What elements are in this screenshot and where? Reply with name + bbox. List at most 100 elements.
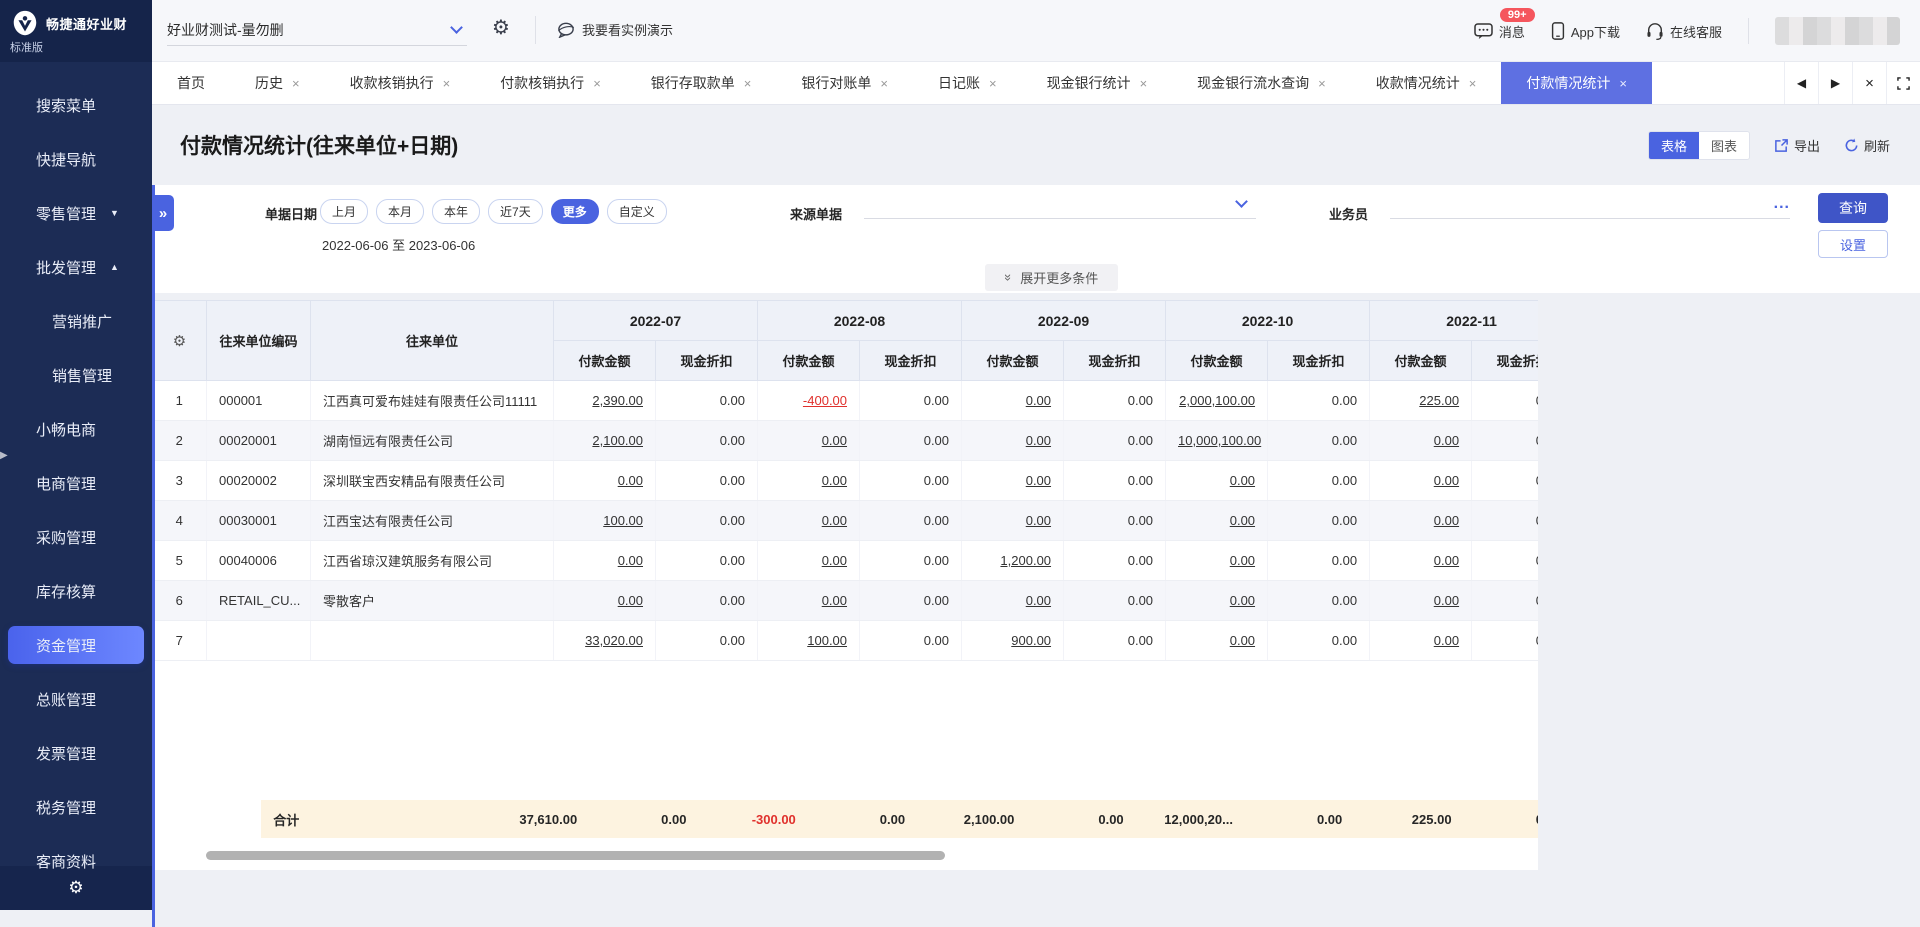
amount-link[interactable]: 0.00 — [1230, 593, 1255, 608]
fullscreen-button[interactable] — [1886, 62, 1920, 104]
sidebar-item-零售管理[interactable]: 零售管理 ▼ — [0, 186, 152, 240]
date-pill-本月[interactable]: 本月 — [376, 199, 425, 224]
online-service-button[interactable]: 在线客服 — [1646, 22, 1722, 41]
settings-button[interactable]: 设置 — [1818, 230, 1888, 258]
tab-首页[interactable]: 首页 — [152, 62, 230, 104]
export-button[interactable]: 导出 — [1774, 136, 1820, 155]
sidebar-item-批发管理[interactable]: 批发管理 ▲ — [0, 240, 152, 294]
tab-scroll-right-button[interactable]: ▶ — [1818, 62, 1852, 104]
sidebar-item-采购管理[interactable]: 采购管理 — [0, 510, 152, 564]
gear-icon[interactable]: ⚙ — [492, 15, 510, 40]
close-icon[interactable]: × — [593, 76, 601, 91]
tab-银行存取款单[interactable]: 银行存取款单 × — [626, 62, 777, 104]
amount-link[interactable]: 900.00 — [1011, 633, 1051, 648]
close-icon[interactable]: × — [1469, 76, 1477, 91]
sidebar-item-快捷导航[interactable]: 快捷导航 — [0, 132, 152, 186]
amount-link[interactable]: 0.00 — [618, 473, 643, 488]
close-icon[interactable]: × — [1140, 76, 1148, 91]
amount-link[interactable]: 2,100.00 — [592, 433, 643, 448]
amount-link[interactable]: 0.00 — [822, 593, 847, 608]
amount-link[interactable]: 0.00 — [1026, 513, 1051, 528]
gear-icon[interactable]: ⚙ — [173, 333, 186, 350]
amount-link[interactable]: 0.00 — [1230, 513, 1255, 528]
sidebar-item-销售管理[interactable]: 销售管理 — [0, 348, 152, 402]
refresh-button[interactable]: 刷新 — [1844, 136, 1890, 155]
tab-付款情况统计[interactable]: 付款情况统计 × — [1501, 62, 1652, 104]
amount-link[interactable]: 0.00 — [822, 473, 847, 488]
close-icon[interactable]: × — [989, 76, 997, 91]
sidebar-settings-button[interactable]: ⚙ — [0, 866, 152, 910]
date-pill-近7天[interactable]: 近7天 — [488, 199, 543, 224]
sidebar-item-库存核算[interactable]: 库存核算 — [0, 564, 152, 618]
amount-link[interactable]: 0.00 — [822, 433, 847, 448]
sidebar-item-电商管理[interactable]: 电商管理 — [0, 456, 152, 510]
amount-link[interactable]: 0.00 — [1434, 553, 1459, 568]
filter-drawer-handle[interactable]: » — [152, 195, 174, 231]
amount-link[interactable]: 0.00 — [1434, 513, 1459, 528]
close-tabs-button[interactable]: × — [1852, 62, 1886, 104]
date-pill-本年[interactable]: 本年 — [432, 199, 481, 224]
demo-link[interactable]: 我要看实例演示 — [557, 20, 673, 39]
close-icon[interactable]: × — [1318, 76, 1326, 91]
sidebar-item-营销推广[interactable]: 营销推广 — [0, 294, 152, 348]
collapse-sidebar-handle[interactable]: ▶ — [0, 450, 8, 461]
tab-收款情况统计[interactable]: 收款情况统计 × — [1351, 62, 1502, 104]
amount-link[interactable]: 0.00 — [1230, 633, 1255, 648]
amount-link[interactable]: 0.00 — [1026, 593, 1051, 608]
tab-现金银行统计[interactable]: 现金银行统计 × — [1022, 62, 1173, 104]
date-range-value[interactable]: 2022-06-06 至 2023-06-06 — [322, 235, 475, 254]
date-pill-自定义[interactable]: 自定义 — [606, 199, 667, 224]
source-doc-input[interactable] — [864, 193, 1256, 219]
close-icon[interactable]: × — [744, 76, 752, 91]
amount-link[interactable]: 0.00 — [1026, 433, 1051, 448]
scrollbar-thumb[interactable] — [206, 851, 945, 860]
amount-link[interactable]: 0.00 — [822, 513, 847, 528]
amount-link[interactable]: 0.00 — [1434, 433, 1459, 448]
user-account-blurred[interactable] — [1775, 17, 1900, 45]
amount-link[interactable]: 0.00 — [1026, 473, 1051, 488]
date-pill-更多[interactable]: 更多 — [550, 199, 599, 224]
sidebar-item-搜索菜单[interactable]: 搜索菜单 — [0, 78, 152, 132]
amount-link[interactable]: 0.00 — [618, 553, 643, 568]
salesman-input[interactable]: ... — [1390, 193, 1790, 219]
sidebar-item-总账管理[interactable]: 总账管理 — [0, 672, 152, 726]
tab-日记账[interactable]: 日记账 × — [913, 62, 1022, 104]
sidebar-item-发票管理[interactable]: 发票管理 — [0, 726, 152, 780]
tab-现金银行流水查询[interactable]: 现金银行流水查询 × — [1172, 62, 1351, 104]
sidebar-item-小畅电商[interactable]: 小畅电商 — [0, 402, 152, 456]
close-icon[interactable]: × — [292, 76, 300, 91]
tab-收款核销执行[interactable]: 收款核销执行 × — [325, 62, 476, 104]
amount-link[interactable]: 10,000,100.00 — [1178, 433, 1261, 448]
tab-scroll-left-button[interactable]: ◀ — [1784, 62, 1818, 104]
messages-button[interactable]: 99+ 消息 — [1474, 7, 1535, 41]
tab-银行对账单[interactable]: 银行对账单 × — [776, 62, 913, 104]
sidebar-item-税务管理[interactable]: 税务管理 — [0, 780, 152, 834]
app-download-button[interactable]: App下载 — [1551, 22, 1620, 41]
view-table-button[interactable]: 表格 — [1648, 131, 1699, 159]
amount-link[interactable]: 100.00 — [807, 633, 847, 648]
more-options-ellipsis[interactable]: ... — [1774, 195, 1790, 213]
amount-link[interactable]: 225.00 — [1419, 393, 1459, 408]
date-pill-上月[interactable]: 上月 — [320, 199, 369, 224]
amount-link[interactable]: 0.00 — [1434, 593, 1459, 608]
amount-link[interactable]: 0.00 — [1230, 473, 1255, 488]
amount-link[interactable]: -400.00 — [803, 393, 847, 408]
sidebar-item-资金管理[interactable]: 资金管理 — [0, 618, 152, 672]
amount-link[interactable]: 0.00 — [618, 593, 643, 608]
expand-more-conditions-button[interactable]: » 展开更多条件 — [985, 264, 1119, 291]
amount-link[interactable]: 0.00 — [1434, 473, 1459, 488]
amount-link[interactable]: 33,020.00 — [585, 633, 643, 648]
amount-link[interactable]: 0.00 — [822, 553, 847, 568]
close-icon[interactable]: × — [443, 76, 451, 91]
amount-link[interactable]: 0.00 — [1026, 393, 1051, 408]
query-button[interactable]: 查询 — [1818, 193, 1888, 223]
amount-link[interactable]: 2,000,100.00 — [1179, 393, 1255, 408]
amount-link[interactable]: 100.00 — [603, 513, 643, 528]
close-icon[interactable]: × — [1619, 76, 1627, 91]
view-chart-button[interactable]: 图表 — [1698, 131, 1749, 159]
close-icon[interactable]: × — [880, 76, 888, 91]
company-selector[interactable]: 好业财测试-量勿删 — [167, 14, 467, 46]
amount-link[interactable]: 0.00 — [1230, 553, 1255, 568]
amount-link[interactable]: 1,200.00 — [1000, 553, 1051, 568]
amount-link[interactable]: 0.00 — [1434, 633, 1459, 648]
